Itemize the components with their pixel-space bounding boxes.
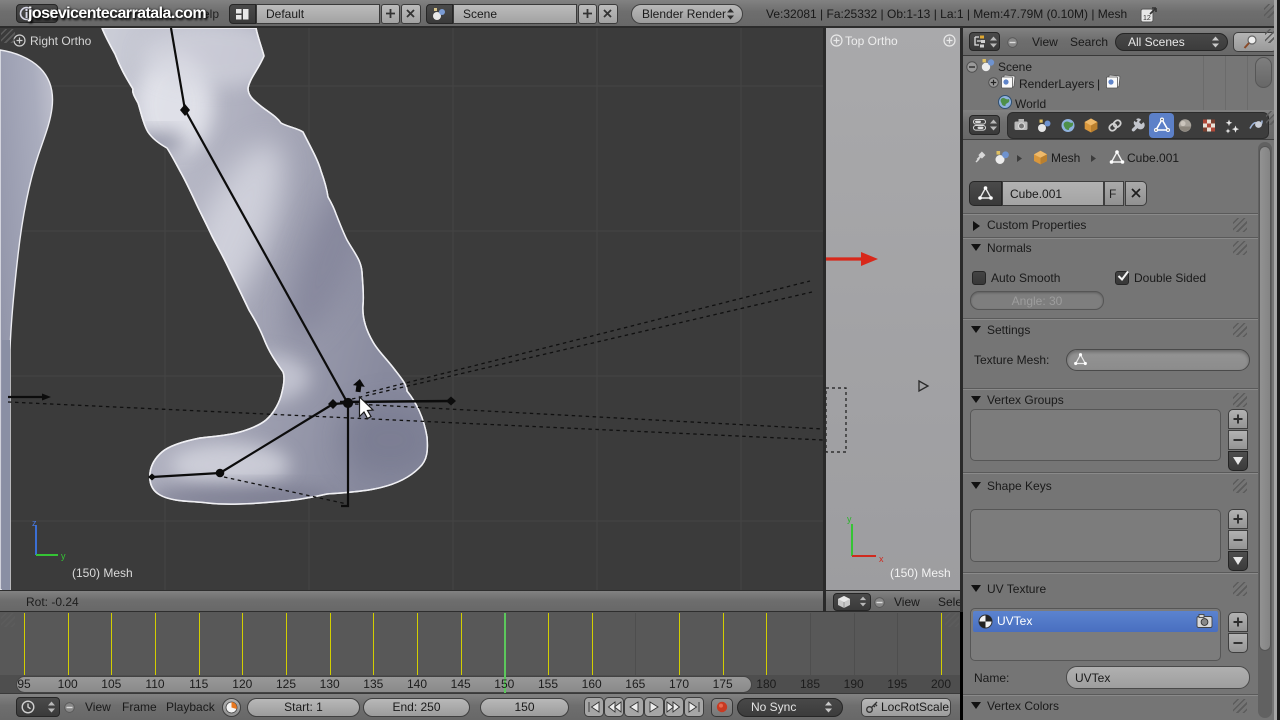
- svg-text:12: 12: [1143, 15, 1151, 22]
- svg-text:y: y: [61, 551, 66, 561]
- svg-text:y: y: [847, 514, 852, 524]
- svg-text:z: z: [32, 518, 37, 528]
- svg-text:x: x: [879, 554, 884, 564]
